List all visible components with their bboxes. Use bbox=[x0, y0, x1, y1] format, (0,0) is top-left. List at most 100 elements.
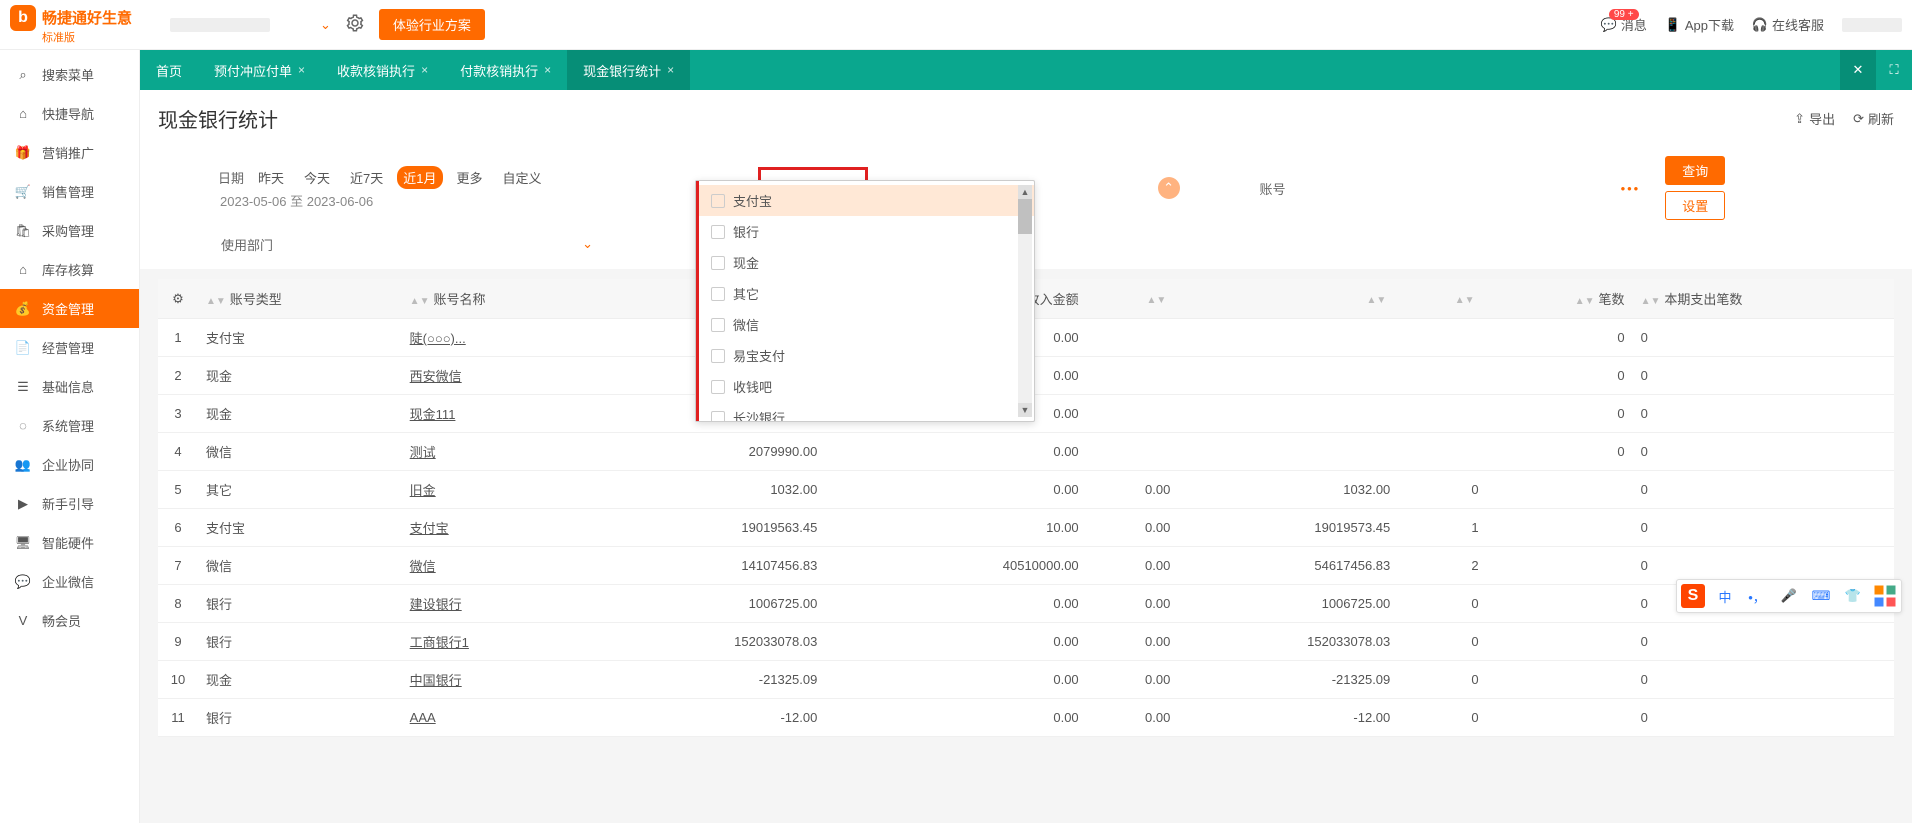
org-selector[interactable]: ⌄ bbox=[170, 17, 331, 33]
sidebar-item-14[interactable]: V畅会员 bbox=[0, 601, 139, 640]
dropdown-option[interactable]: 现金 bbox=[699, 247, 1034, 278]
checkbox[interactable] bbox=[711, 225, 725, 239]
dropdown-option[interactable]: 支付宝 bbox=[699, 185, 1034, 216]
ime-tools-icon[interactable] bbox=[1873, 584, 1897, 608]
sidebar-item-2[interactable]: 🎁营销推广 bbox=[0, 133, 139, 172]
cell-account-name[interactable]: 中国银行 bbox=[402, 661, 606, 699]
tab-3[interactable]: 付款核销执行× bbox=[444, 50, 567, 90]
checkbox[interactable] bbox=[711, 380, 725, 394]
sort-icon[interactable]: ▲▼ bbox=[1147, 298, 1167, 303]
cell-account-name[interactable]: 西安微信 bbox=[402, 357, 606, 395]
sidebar-item-13[interactable]: 💬企业微信 bbox=[0, 562, 139, 601]
sort-icon[interactable]: ▲▼ bbox=[410, 299, 430, 304]
checkbox[interactable] bbox=[711, 194, 725, 208]
cell-account-name[interactable]: 测试 bbox=[402, 433, 606, 471]
customer-service-link[interactable]: 🎧 在线客服 bbox=[1752, 15, 1824, 34]
scroll-thumb[interactable] bbox=[1018, 199, 1032, 234]
app-download-link[interactable]: 📱 App下载 bbox=[1665, 15, 1734, 34]
sidebar-item-7[interactable]: 📄经营管理 bbox=[0, 328, 139, 367]
checkbox[interactable] bbox=[711, 411, 725, 422]
close-icon[interactable]: × bbox=[421, 63, 428, 77]
sidebar-item-6[interactable]: 💰资金管理 bbox=[0, 289, 139, 328]
dropdown-option[interactable]: 易宝支付 bbox=[699, 340, 1034, 371]
sidebar-item-11[interactable]: ▶新手引导 bbox=[0, 484, 139, 523]
date-option[interactable]: 近1月 bbox=[397, 166, 442, 189]
column-header[interactable]: ▲▼ bbox=[1087, 279, 1179, 319]
cell-account-name[interactable]: 陡(○○○)... bbox=[402, 319, 606, 357]
gear-icon[interactable] bbox=[346, 14, 364, 35]
cell-account-name[interactable]: 旧金 bbox=[402, 471, 606, 509]
sort-icon[interactable]: ▲▼ bbox=[1366, 298, 1386, 303]
close-icon[interactable]: × bbox=[544, 63, 551, 77]
dropdown-option[interactable]: 收钱吧 bbox=[699, 371, 1034, 402]
checkbox[interactable] bbox=[711, 287, 725, 301]
column-header[interactable]: ▲▼本期支出笔数 bbox=[1633, 279, 1894, 319]
department-selector[interactable]: ⌄ bbox=[283, 236, 593, 253]
ime-toolbar[interactable]: S 中 •， 🎤 ⌨ 👕 bbox=[1676, 579, 1902, 613]
checkbox[interactable] bbox=[711, 349, 725, 363]
sidebar-item-10[interactable]: 👥企业协同 bbox=[0, 445, 139, 484]
sort-icon[interactable]: ▲▼ bbox=[1641, 299, 1661, 304]
checkbox[interactable] bbox=[711, 256, 725, 270]
close-icon[interactable]: × bbox=[298, 63, 305, 77]
ime-skin-icon[interactable]: 👕 bbox=[1841, 584, 1865, 608]
column-header[interactable]: ⚙ bbox=[158, 279, 198, 319]
column-header[interactable]: ▲▼笔数 bbox=[1487, 279, 1633, 319]
column-header[interactable]: ▲▼ bbox=[1398, 279, 1486, 319]
sidebar-item-4[interactable]: 🛍采购管理 bbox=[0, 211, 139, 250]
column-header[interactable]: ▲▼ bbox=[1178, 279, 1398, 319]
fullscreen-button[interactable]: ⛶ bbox=[1876, 50, 1912, 90]
scroll-up-arrow[interactable]: ▲ bbox=[1018, 185, 1032, 199]
tab-0[interactable]: 首页 bbox=[140, 50, 198, 90]
close-icon[interactable]: × bbox=[667, 63, 674, 77]
query-button[interactable]: 查询 bbox=[1665, 156, 1725, 185]
export-button[interactable]: ⇪ 导出 bbox=[1794, 109, 1835, 128]
ime-lang-toggle[interactable]: 中 bbox=[1713, 584, 1737, 608]
refresh-button[interactable]: ⟳ 刷新 bbox=[1853, 109, 1894, 128]
tab-4[interactable]: 现金银行统计× bbox=[567, 50, 690, 90]
dropdown-option[interactable]: 银行 bbox=[699, 216, 1034, 247]
tab-1[interactable]: 预付冲应付单× bbox=[198, 50, 321, 90]
user-avatar[interactable] bbox=[1842, 18, 1902, 32]
sidebar-item-5[interactable]: ⌂库存核算 bbox=[0, 250, 139, 289]
sidebar-item-8[interactable]: ☰基础信息 bbox=[0, 367, 139, 406]
more-filters-button[interactable]: ••• bbox=[1621, 181, 1641, 196]
sidebar-item-12[interactable]: 🖥智能硬件 bbox=[0, 523, 139, 562]
sidebar-item-1[interactable]: ⌂快捷导航 bbox=[0, 94, 139, 133]
try-industry-button[interactable]: 体验行业方案 bbox=[379, 9, 485, 40]
cell-account-name[interactable]: 现金111 bbox=[402, 395, 606, 433]
dropdown-option[interactable]: 其它 bbox=[699, 278, 1034, 309]
sidebar-item-3[interactable]: 🛒销售管理 bbox=[0, 172, 139, 211]
column-header[interactable]: ▲▼账号类型 bbox=[198, 279, 402, 319]
cell-account-name[interactable]: AAA bbox=[402, 699, 606, 737]
ime-punct-icon[interactable]: •， bbox=[1745, 584, 1769, 608]
sidebar-item-9[interactable]: ◌系统管理 bbox=[0, 406, 139, 445]
sidebar-item-0[interactable]: ⌕搜索菜单 bbox=[0, 55, 139, 94]
sort-icon[interactable]: ▲▼ bbox=[1455, 298, 1475, 303]
ime-voice-icon[interactable]: 🎤 bbox=[1777, 584, 1801, 608]
cell-account-name[interactable]: 支付宝 bbox=[402, 509, 606, 547]
sort-icon[interactable]: ▲▼ bbox=[1575, 299, 1595, 304]
cell-account-name[interactable]: 微信 bbox=[402, 547, 606, 585]
collapse-filter-button[interactable]: ⌃ bbox=[1158, 177, 1180, 199]
date-option[interactable]: 自定义 bbox=[497, 166, 548, 189]
close-all-tabs-button[interactable]: ✕ bbox=[1840, 50, 1876, 90]
tab-2[interactable]: 收款核销执行× bbox=[321, 50, 444, 90]
dropdown-scrollbar[interactable]: ▲ ▼ bbox=[1018, 185, 1032, 417]
dropdown-option[interactable]: 微信 bbox=[699, 309, 1034, 340]
column-header[interactable]: ▲▼账号名称 bbox=[402, 279, 606, 319]
cell-account-name[interactable]: 工商银行1 bbox=[402, 623, 606, 661]
date-option[interactable]: 今天 bbox=[298, 166, 336, 189]
date-option[interactable]: 近7天 bbox=[344, 166, 389, 189]
ime-keyboard-icon[interactable]: ⌨ bbox=[1809, 584, 1833, 608]
sort-icon[interactable]: ▲▼ bbox=[206, 299, 226, 304]
settings-button[interactable]: 设置 bbox=[1665, 191, 1725, 220]
gear-icon[interactable]: ⚙ bbox=[172, 291, 184, 306]
date-option[interactable]: 更多 bbox=[451, 166, 489, 189]
scroll-down-arrow[interactable]: ▼ bbox=[1018, 403, 1032, 417]
dropdown-option[interactable]: 长沙银行 bbox=[699, 402, 1034, 421]
checkbox[interactable] bbox=[711, 318, 725, 332]
sogou-ime-icon[interactable]: S bbox=[1681, 584, 1705, 608]
messages-link[interactable]: 💬 99 + 消息 bbox=[1601, 15, 1647, 34]
cell-account-name[interactable]: 建设银行 bbox=[402, 585, 606, 623]
